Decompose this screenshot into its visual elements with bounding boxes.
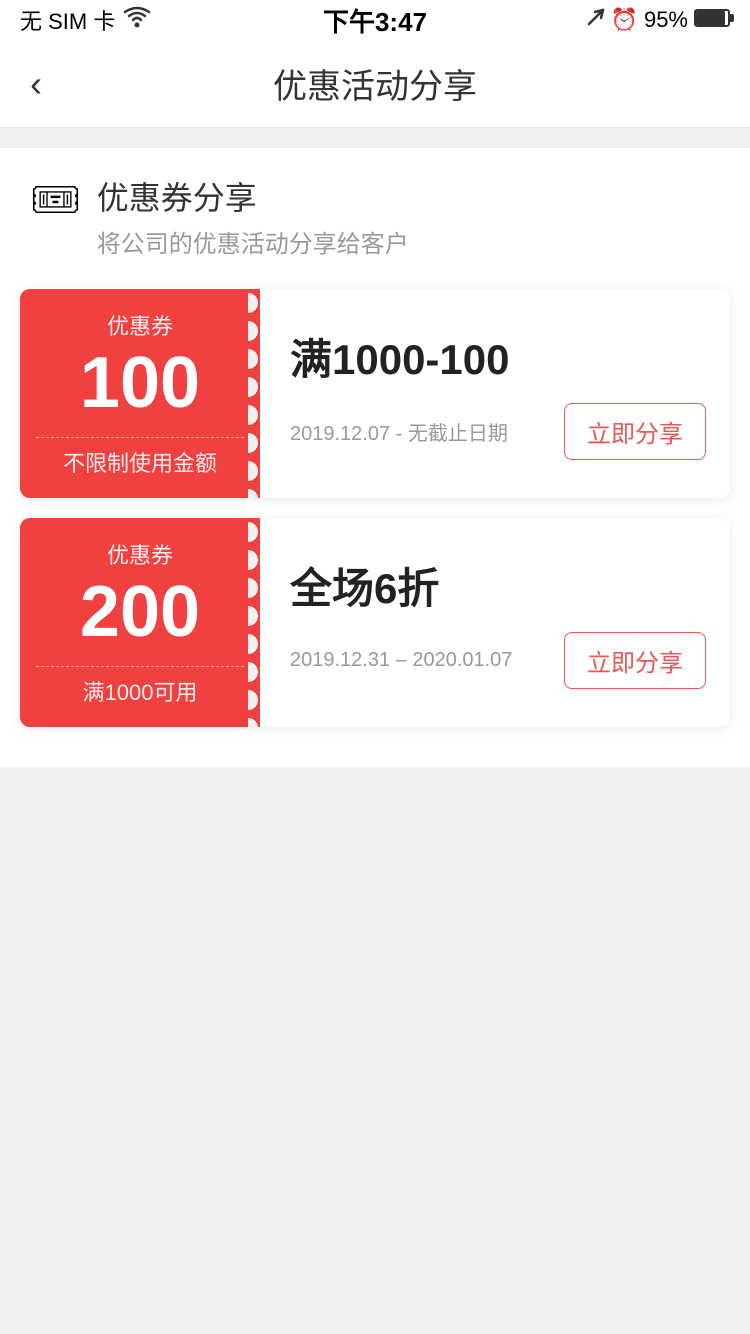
coupon-date-1: 2019.12.07 - 无截止日期 <box>290 417 554 446</box>
coupon-name-1: 满1000-100 <box>290 326 706 387</box>
coupon-amount-2: 200 <box>80 576 200 648</box>
coupon-right-2: 全场6折 2019.12.31 – 2020.01.07 立即分享 <box>260 518 730 727</box>
section-gap-top <box>0 128 750 148</box>
coupon-condition-1: 不限制使用金额 <box>63 446 217 478</box>
section-subtitle: 将公司的优惠活动分享给客户 <box>97 224 409 259</box>
bottom-fill <box>0 767 750 1267</box>
coupon-date-2: 2019.12.31 – 2020.01.07 <box>290 649 554 672</box>
coupon-meta-2: 2019.12.31 – 2020.01.07 立即分享 <box>290 632 706 689</box>
battery-percent: 95% <box>644 7 688 33</box>
section-header: 🎟 优惠券分享 将公司的优惠活动分享给客户 <box>0 148 750 279</box>
status-left: 无 SIM 卡 <box>20 4 151 36</box>
carrier-text: 无 SIM 卡 <box>20 4 115 36</box>
coupon-label-2: 优惠券 <box>107 538 173 570</box>
nav-title: 优惠活动分享 <box>273 59 477 108</box>
back-button[interactable]: ‹ <box>30 63 42 105</box>
coupon-item-1: 优惠券 100 不限制使用金额 满1000-100 2019.12.07 - 无… <box>20 289 730 498</box>
coupon-meta-1: 2019.12.07 - 无截止日期 立即分享 <box>290 403 706 460</box>
coupon-divider-2 <box>36 666 244 667</box>
coupon-amount-1: 100 <box>80 347 200 419</box>
coupon-name-2: 全场6折 <box>290 555 706 616</box>
section-icon: 🎟 <box>30 180 81 220</box>
wifi-icon <box>123 6 151 34</box>
coupon-label-1: 优惠券 <box>107 309 173 341</box>
alarm-icon: ⏰ <box>611 7 638 33</box>
location-icon <box>587 6 605 34</box>
share-button-2[interactable]: 立即分享 <box>564 632 706 689</box>
share-button-1[interactable]: 立即分享 <box>564 403 706 460</box>
status-bar: 无 SIM 卡 下午3:47 ⏰ 95% <box>0 0 750 40</box>
coupon-item-2: 优惠券 200 满1000可用 全场6折 2019.12.31 – 2020.0… <box>20 518 730 727</box>
coupon-right-1: 满1000-100 2019.12.07 - 无截止日期 立即分享 <box>260 289 730 498</box>
coupon-condition-2: 满1000可用 <box>83 675 198 707</box>
battery-icon <box>694 7 730 33</box>
section-title: 优惠券分享 <box>97 178 409 220</box>
nav-bar: ‹ 优惠活动分享 <box>0 40 750 128</box>
status-time: 下午3:47 <box>323 2 427 39</box>
coupon-divider-1 <box>36 437 244 438</box>
coupon-list: 优惠券 100 不限制使用金额 满1000-100 2019.12.07 - 无… <box>0 279 750 767</box>
coupon-left-2: 优惠券 200 满1000可用 <box>20 518 260 727</box>
section-text: 优惠券分享 将公司的优惠活动分享给客户 <box>97 178 409 259</box>
status-right: ⏰ 95% <box>587 6 730 34</box>
coupon-left-1: 优惠券 100 不限制使用金额 <box>20 289 260 498</box>
